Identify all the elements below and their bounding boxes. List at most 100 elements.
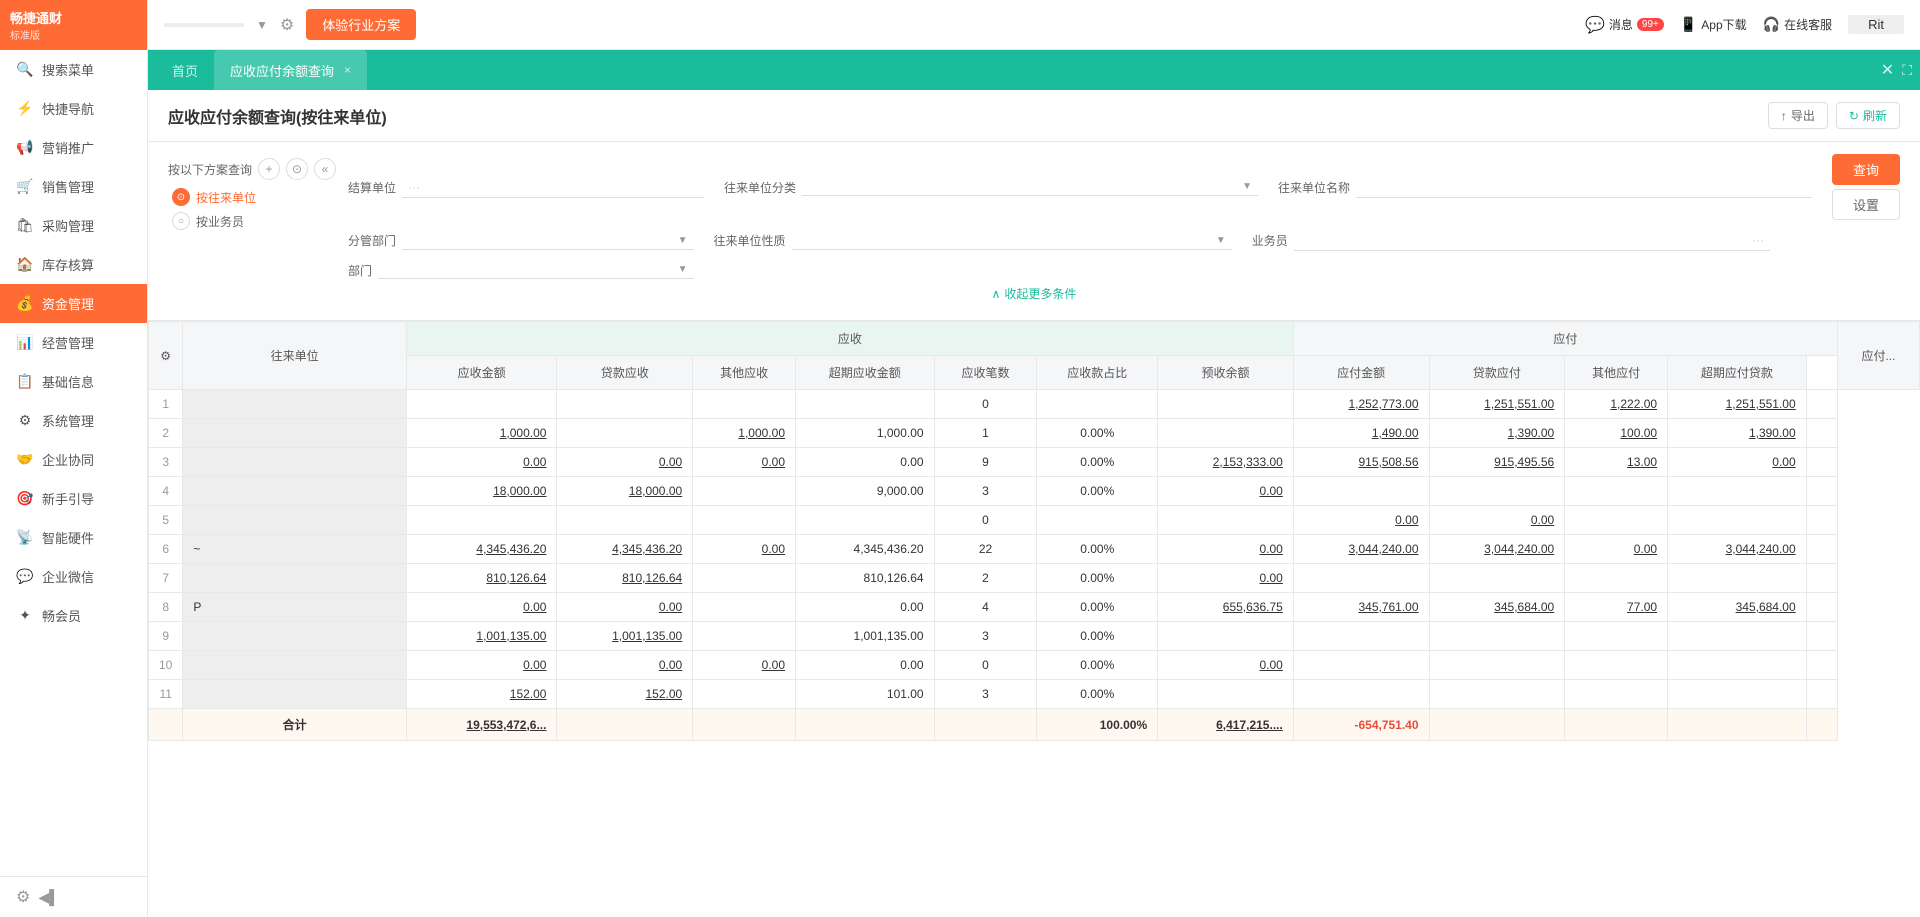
cell-10-4[interactable]: [693, 680, 796, 709]
cell-9-11[interactable]: [1565, 651, 1668, 680]
cell-2-4[interactable]: 0.00: [693, 448, 796, 477]
cell-8-4[interactable]: [693, 622, 796, 651]
by-partner-option[interactable]: ⊙ 按往来单位: [172, 188, 336, 206]
setting-button[interactable]: 设置: [1832, 189, 1900, 220]
cell-2-10[interactable]: 915,495.56: [1429, 448, 1565, 477]
trial-button[interactable]: 体验行业方案: [306, 9, 416, 40]
dropdown-arrow-icon[interactable]: ▼: [256, 18, 268, 32]
cell-0-9[interactable]: 1,252,773.00: [1293, 390, 1429, 419]
app-download-button[interactable]: 📱 App下载: [1680, 16, 1747, 33]
tab-close-icon[interactable]: ×: [344, 63, 351, 77]
collapse-icon[interactable]: ◀▌: [38, 889, 59, 906]
sidebar-item-basic[interactable]: 📋基础信息: [0, 362, 147, 401]
online-service-button[interactable]: 🎧 在线客服: [1763, 16, 1832, 33]
by-salesman-option[interactable]: ○ 按业务员: [172, 212, 336, 230]
cell-6-11[interactable]: [1565, 564, 1668, 593]
user-name[interactable]: Rit: [1848, 15, 1904, 34]
cell-8-2[interactable]: 1,001,135.00: [406, 622, 557, 651]
cell-0-10[interactable]: 1,251,551.00: [1429, 390, 1565, 419]
cell-10-10[interactable]: [1429, 680, 1565, 709]
cell-10-9[interactable]: [1293, 680, 1429, 709]
cell-8-3[interactable]: 1,001,135.00: [557, 622, 693, 651]
partner-name-input[interactable]: [1362, 180, 1806, 194]
cell-8-12[interactable]: [1668, 622, 1807, 651]
cell-9-3[interactable]: 0.00: [557, 651, 693, 680]
sidebar-item-inventory[interactable]: 🏠库存核算: [0, 245, 147, 284]
cell-0-11[interactable]: 1,222.00: [1565, 390, 1668, 419]
cell-9-12[interactable]: [1668, 651, 1807, 680]
cell-6-4[interactable]: [693, 564, 796, 593]
cell-8-8[interactable]: [1158, 622, 1294, 651]
cell-0-8[interactable]: [1158, 390, 1294, 419]
cell-4-10[interactable]: 0.00: [1429, 506, 1565, 535]
cell-5-8[interactable]: 0.00: [1158, 535, 1294, 564]
cell-2-11[interactable]: 13.00: [1565, 448, 1668, 477]
cell-4-2[interactable]: [406, 506, 557, 535]
settings-icon[interactable]: ⚙: [16, 887, 30, 907]
cell-9-4[interactable]: 0.00: [693, 651, 796, 680]
cell-6-10[interactable]: [1429, 564, 1565, 593]
cell-9-9[interactable]: [1293, 651, 1429, 680]
total-receivable-amount[interactable]: 19,553,472,6...: [406, 709, 557, 741]
cell-7-8[interactable]: 655,636.75: [1158, 593, 1294, 622]
cell-10-8[interactable]: [1158, 680, 1294, 709]
sidebar-item-guide[interactable]: 🎯新手引导: [0, 479, 147, 518]
cell-2-2[interactable]: 0.00: [406, 448, 557, 477]
cell-7-2[interactable]: 0.00: [406, 593, 557, 622]
cell-2-12[interactable]: 0.00: [1668, 448, 1807, 477]
cell-7-11[interactable]: 77.00: [1565, 593, 1668, 622]
cell-7-3[interactable]: 0.00: [557, 593, 693, 622]
cell-2-9[interactable]: 915,508.56: [1293, 448, 1429, 477]
cell-7-12[interactable]: 345,684.00: [1668, 593, 1807, 622]
cell-8-10[interactable]: [1429, 622, 1565, 651]
cell-10-12[interactable]: [1668, 680, 1807, 709]
total-advance-balance[interactable]: 6,417,215....: [1158, 709, 1294, 741]
sidebar-item-hardware[interactable]: 📡智能硬件: [0, 518, 147, 557]
dept-select[interactable]: ▼: [378, 261, 693, 279]
sidebar-item-collab[interactable]: 🤝企业协同: [0, 440, 147, 479]
cell-6-2[interactable]: 810,126.64: [406, 564, 557, 593]
cell-2-8[interactable]: 2,153,333.00: [1158, 448, 1294, 477]
cell-1-12[interactable]: 1,390.00: [1668, 419, 1807, 448]
cell-8-9[interactable]: [1293, 622, 1429, 651]
cell-3-3[interactable]: 18,000.00: [557, 477, 693, 506]
cell-10-11[interactable]: [1565, 680, 1668, 709]
cell-9-10[interactable]: [1429, 651, 1565, 680]
cell-6-12[interactable]: [1668, 564, 1807, 593]
filter-collapse-icon[interactable]: «: [314, 158, 336, 180]
refresh-button[interactable]: ↻ 刷新: [1836, 102, 1900, 129]
tab-home[interactable]: 首页: [156, 50, 214, 90]
window-close-icon[interactable]: ✕: [1881, 60, 1894, 80]
sidebar-item-system[interactable]: ⚙系统管理: [0, 401, 147, 440]
sidebar-item-wechat[interactable]: 💬企业微信: [0, 557, 147, 596]
gear-icon[interactable]: ⚙: [280, 15, 294, 35]
cell-1-9[interactable]: 1,490.00: [1293, 419, 1429, 448]
cell-4-11[interactable]: [1565, 506, 1668, 535]
cell-5-3[interactable]: 4,345,436.20: [557, 535, 693, 564]
cell-9-2[interactable]: 0.00: [406, 651, 557, 680]
cell-5-2[interactable]: 4,345,436.20: [406, 535, 557, 564]
cell-0-12[interactable]: 1,251,551.00: [1668, 390, 1807, 419]
cell-4-9[interactable]: 0.00: [1293, 506, 1429, 535]
sidebar-item-marketing[interactable]: 📢营销推广: [0, 128, 147, 167]
cell-9-8[interactable]: 0.00: [1158, 651, 1294, 680]
partner-category-select[interactable]: ▼: [802, 178, 1258, 196]
cell-3-12[interactable]: [1668, 477, 1807, 506]
cell-3-9[interactable]: [1293, 477, 1429, 506]
sidebar-item-quick[interactable]: ⚡快捷导航: [0, 89, 147, 128]
col-settings-icon[interactable]: ⚙: [149, 322, 183, 390]
cell-6-3[interactable]: 810,126.64: [557, 564, 693, 593]
sidebar-item-sales[interactable]: 🛒销售管理: [0, 167, 147, 206]
cell-1-4[interactable]: 1,000.00: [693, 419, 796, 448]
cell-3-2[interactable]: 18,000.00: [406, 477, 557, 506]
query-button[interactable]: 查询: [1832, 154, 1900, 185]
cell-6-8[interactable]: 0.00: [1158, 564, 1294, 593]
dept-manager-select[interactable]: ▼: [402, 232, 693, 250]
cell-7-4[interactable]: [693, 593, 796, 622]
tab-current[interactable]: 应收应付余额查询 ×: [214, 50, 367, 90]
export-button[interactable]: ↑ 导出: [1768, 102, 1828, 129]
cell-6-9[interactable]: [1293, 564, 1429, 593]
cell-7-10[interactable]: 345,684.00: [1429, 593, 1565, 622]
sidebar-item-finance[interactable]: 💰资金管理: [0, 284, 147, 323]
cell-5-11[interactable]: 0.00: [1565, 535, 1668, 564]
